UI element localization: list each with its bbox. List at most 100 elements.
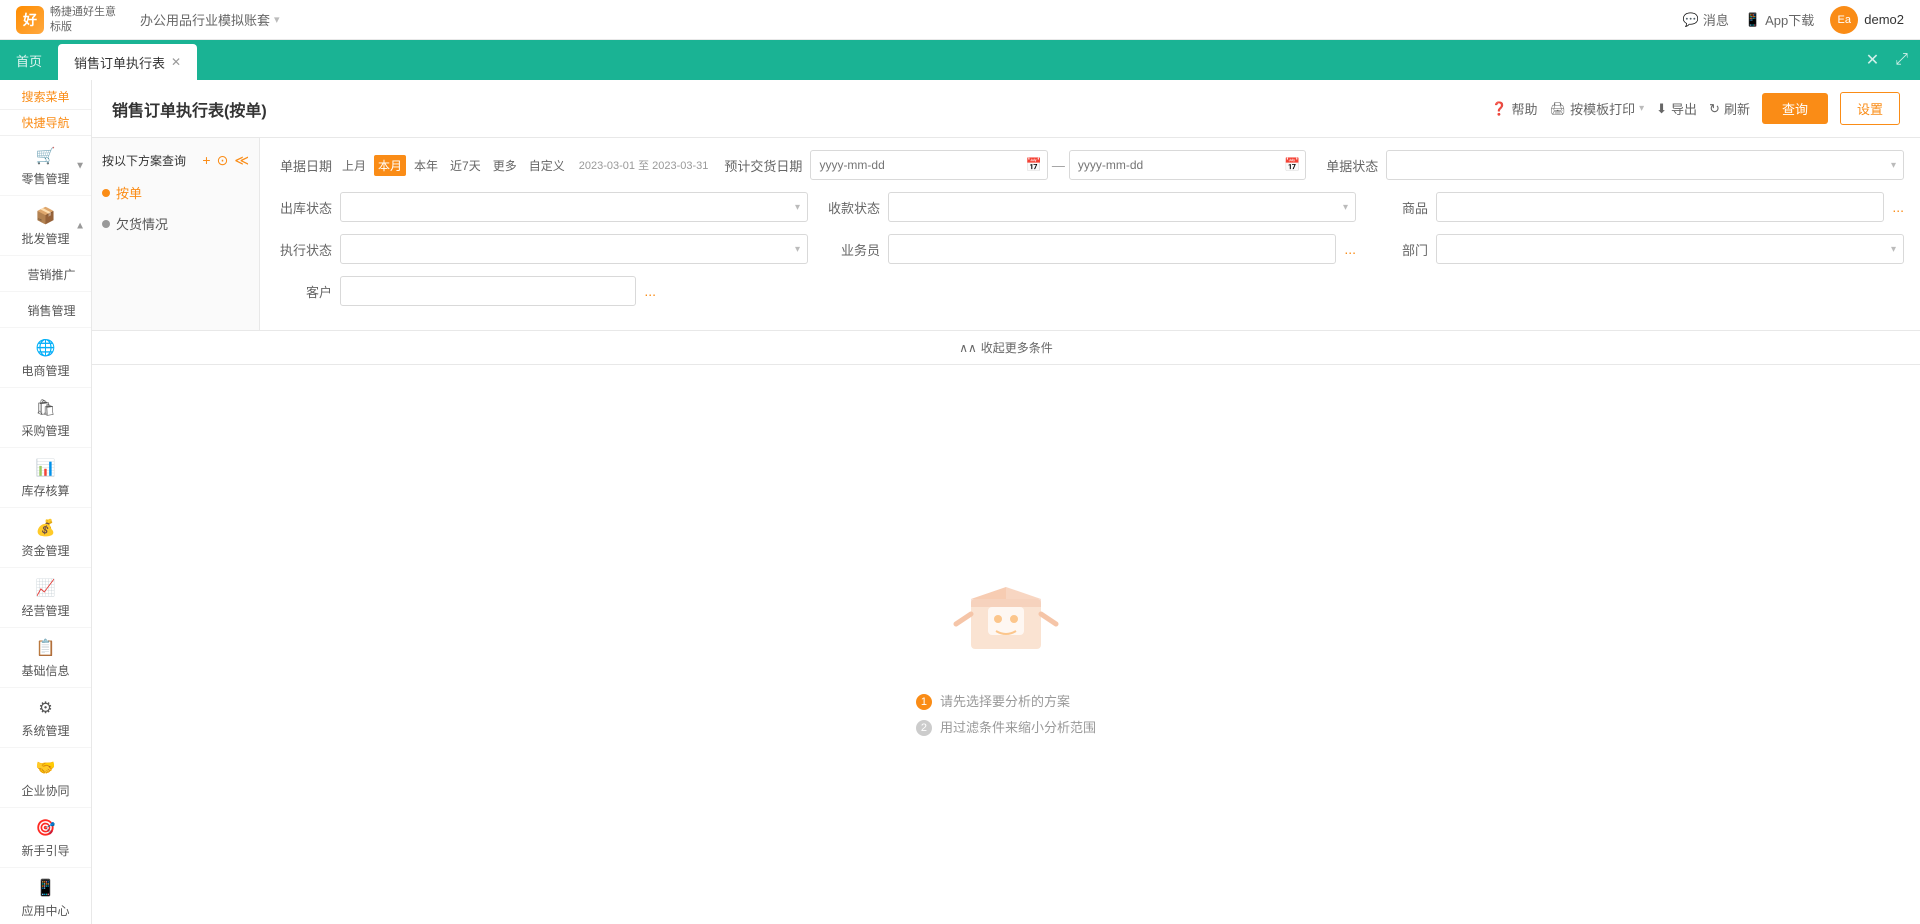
scheme-item-debt[interactable]: 欠货情况 xyxy=(92,208,259,239)
sidebar-item-ecommerce[interactable]: 🌐 电商管理 xyxy=(0,328,91,388)
page-actions: ❓ 帮助 🖨 按模板打印 ▾ ⬇ 导出 ↻ 刷新 查询 设置 xyxy=(1491,92,1900,137)
scheme-dot-inactive xyxy=(102,220,110,228)
sidebar-item-retail[interactable]: 🛒 零售管理 ▼ xyxy=(0,136,91,196)
customer-input[interactable] xyxy=(340,276,636,306)
dept-select-wrap: ▾ xyxy=(1436,234,1904,264)
wholesale-icon: 📦 xyxy=(36,206,56,226)
filter-goods-field: 商品 ... xyxy=(1372,192,1904,222)
empty-illustration xyxy=(946,549,1066,669)
receipt-select-wrap: ▾ xyxy=(888,192,1356,222)
shortcut-this-month[interactable]: 本月 xyxy=(374,155,406,176)
status-select-wrap: ▾ xyxy=(1386,150,1904,180)
dept-select[interactable] xyxy=(1436,234,1904,264)
filter-dept-field: 部门 ▾ xyxy=(1372,234,1904,264)
tab-close-icon[interactable]: ✕ xyxy=(171,55,181,69)
exec-select[interactable] xyxy=(340,234,808,264)
filter-row-4: 客户 ... xyxy=(276,276,656,306)
help-button[interactable]: ❓ 帮助 xyxy=(1491,99,1537,118)
basic-icon: 📋 xyxy=(36,638,56,658)
expand-icon[interactable]: ⤢ xyxy=(1891,47,1912,73)
step-num-2: 2 xyxy=(916,720,932,736)
receipt-select[interactable] xyxy=(888,192,1356,222)
refresh-button[interactable]: ↻ 刷新 xyxy=(1709,99,1750,118)
customer-ellipsis[interactable]: ... xyxy=(644,283,656,299)
shortcut-last7[interactable]: 近7天 xyxy=(446,155,485,176)
app-download-action[interactable]: 📱 App下载 xyxy=(1745,10,1814,29)
empty-state: 1 请先选择要分析的方案 2 用过滤条件来缩小分析范围 xyxy=(92,365,1920,924)
message-action[interactable]: 💬 消息 xyxy=(1683,10,1729,29)
salesman-input[interactable] xyxy=(888,234,1336,264)
goods-input[interactable] xyxy=(1436,192,1884,222)
print-button[interactable]: 🖨 按模板打印 ▾ xyxy=(1550,99,1645,118)
sidebar-item-basic[interactable]: 📋 基础信息 xyxy=(0,628,91,688)
system-icon: ⚙ xyxy=(38,698,52,718)
finance-icon: 💰 xyxy=(36,518,56,538)
tab-home[interactable]: 首页 xyxy=(0,40,58,80)
tab-sales-order[interactable]: 销售订单执行表 ✕ xyxy=(58,44,197,80)
sidebar-item-wholesale[interactable]: 📦 批发管理 ▲ xyxy=(0,196,91,256)
phone-icon: 📱 xyxy=(1745,12,1761,28)
user-name[interactable]: demo2 xyxy=(1864,12,1904,27)
shortcut-custom[interactable]: 自定义 xyxy=(525,155,569,176)
sidebar-item-app-center[interactable]: 📱 应用中心 xyxy=(0,868,91,924)
sidebar-quick-nav[interactable]: 快捷导航 xyxy=(0,110,91,136)
tab-bar: 首页 销售订单执行表 ✕ ✕ ⤢ xyxy=(0,40,1920,80)
scheme-item-press[interactable]: 按单 xyxy=(92,177,259,208)
goods-ellipsis[interactable]: ... xyxy=(1892,199,1904,215)
sidebar-item-operations[interactable]: 📈 经营管理 xyxy=(0,568,91,628)
salesman-ellipsis[interactable]: ... xyxy=(1344,241,1356,257)
page-header: 销售订单执行表(按单) ❓ 帮助 🖨 按模板打印 ▾ ⬇ 导出 ↻ 刷新 xyxy=(92,80,1920,138)
delivery-end-input[interactable] xyxy=(1069,150,1306,180)
shortcut-this-year[interactable]: 本年 xyxy=(410,155,442,176)
export-button[interactable]: ⬇ 导出 xyxy=(1656,99,1697,118)
delivery-date-range: 📅 — 📅 xyxy=(810,150,1306,180)
content-area: 销售订单执行表(按单) ❓ 帮助 🖨 按模板打印 ▾ ⬇ 导出 ↻ 刷新 xyxy=(92,80,1920,924)
collapse-scheme-icon[interactable]: ≪ xyxy=(234,152,249,169)
date-shortcuts: 上月 本月 本年 近7天 更多 自定义 xyxy=(338,155,569,176)
delivery-start-input[interactable] xyxy=(810,150,1047,180)
user-profile[interactable]: Ea demo2 xyxy=(1830,6,1904,34)
sidebar-item-finance[interactable]: 💰 资金管理 xyxy=(0,508,91,568)
outbound-select-wrap: ▾ xyxy=(340,192,808,222)
sidebar-item-inventory[interactable]: 📊 库存核算 xyxy=(0,448,91,508)
shortcut-last-month[interactable]: 上月 xyxy=(338,155,370,176)
setting-button[interactable]: 设置 xyxy=(1840,92,1900,125)
filter-salesman-field: 业务员 ... xyxy=(824,234,1356,264)
sidebar: 搜索菜单 快捷导航 🛒 零售管理 ▼ 📦 批发管理 ▲ 营销推广 销售管理 🌐 … xyxy=(0,80,92,924)
sidebar-item-marketing[interactable]: 营销推广 xyxy=(0,256,91,292)
print-icon: 🖨 xyxy=(1550,101,1567,117)
close-window-icon[interactable]: ✕ xyxy=(1862,46,1883,74)
sidebar-item-newbie[interactable]: 🎯 新手引导 xyxy=(0,808,91,868)
retail-icon: 🛒 xyxy=(36,146,56,166)
receipt-label: 收款状态 xyxy=(824,198,880,217)
add-scheme-icon[interactable]: + xyxy=(202,152,210,169)
main-layout: 搜索菜单 快捷导航 🛒 零售管理 ▼ 📦 批发管理 ▲ 营销推广 销售管理 🌐 … xyxy=(0,80,1920,924)
exec-label: 执行状态 xyxy=(276,240,332,259)
query-button[interactable]: 查询 xyxy=(1762,93,1828,124)
empty-step-2: 2 用过滤条件来缩小分析范围 xyxy=(916,715,1096,741)
purchase-icon: 🛍 xyxy=(35,398,55,418)
outbound-select[interactable] xyxy=(340,192,808,222)
sidebar-item-sales[interactable]: 销售管理 xyxy=(0,292,91,328)
filter-row-2: 出库状态 ▾ 收款状态 xyxy=(276,192,1904,222)
scheme-panel: 按以下方案查询 + ⊙ ≪ 按单 欠货情况 xyxy=(92,138,260,330)
refresh-icon: ↻ xyxy=(1709,101,1720,117)
sidebar-search[interactable]: 搜索菜单 xyxy=(0,80,91,110)
shortcut-more[interactable]: 更多 xyxy=(489,155,521,176)
collapse-row[interactable]: ∧∧ 收起更多条件 xyxy=(92,331,1920,365)
filter-delivery-field: 预计交货日期 📅 — 📅 xyxy=(724,150,1306,180)
delivery-end-wrap: 📅 xyxy=(1069,150,1306,180)
app-selector[interactable]: 办公用品行业模拟账套 ▾ xyxy=(140,10,280,29)
filter-exec-field: 执行状态 ▾ xyxy=(276,234,808,264)
sidebar-item-system[interactable]: ⚙ 系统管理 xyxy=(0,688,91,748)
filter-outbound-field: 出库状态 ▾ xyxy=(276,192,808,222)
copy-scheme-icon[interactable]: ⊙ xyxy=(217,152,229,169)
scheme-header: 按以下方案查询 + ⊙ ≪ xyxy=(92,148,259,177)
scheme-dot-active xyxy=(102,189,110,197)
empty-steps: 1 请先选择要分析的方案 2 用过滤条件来缩小分析范围 xyxy=(916,689,1096,741)
filter-panel: 按以下方案查询 + ⊙ ≪ 按单 欠货情况 xyxy=(92,138,1920,331)
sidebar-item-purchase[interactable]: 🛍 采购管理 xyxy=(0,388,91,448)
sidebar-item-enterprise[interactable]: 🤝 企业协同 xyxy=(0,748,91,808)
logo-text: 畅捷通好生意 标版 xyxy=(50,5,116,34)
status-select[interactable] xyxy=(1386,150,1904,180)
